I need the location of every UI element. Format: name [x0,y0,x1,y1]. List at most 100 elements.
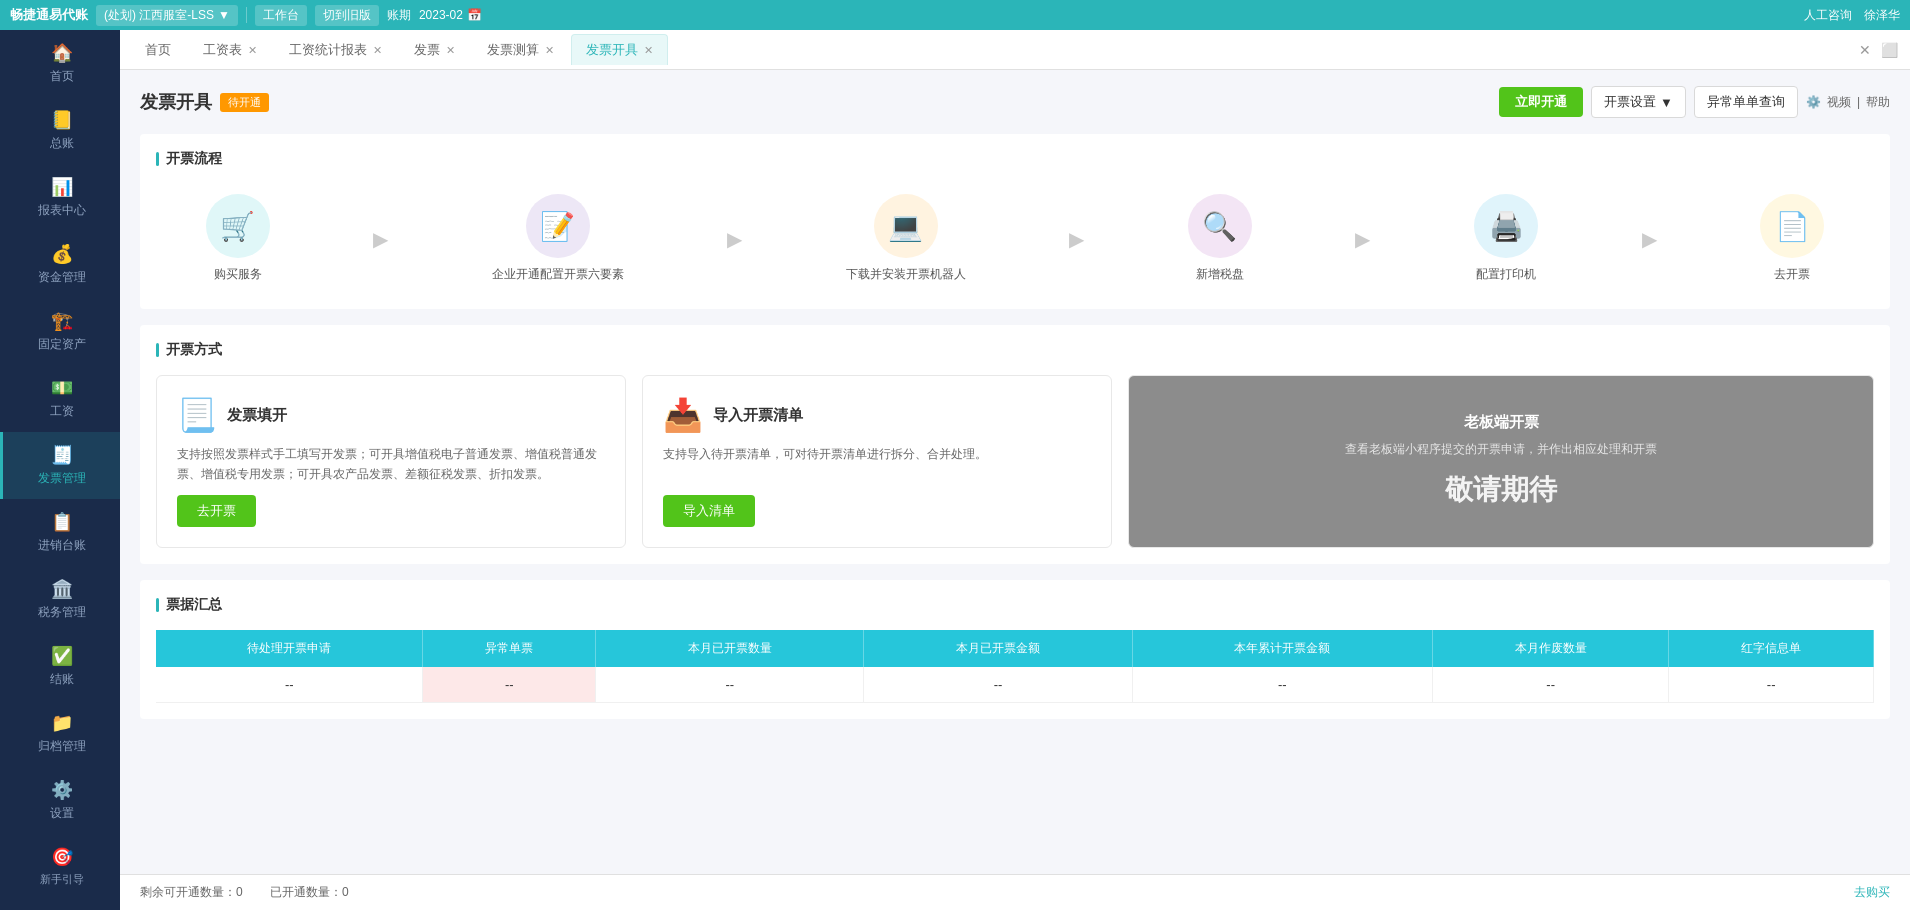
open-now-button[interactable]: 立即开通 [1499,87,1583,117]
sidebar-item-guide[interactable]: 🎯 新手引导 [0,834,120,899]
tab-payroll-stats-close[interactable]: ✕ [373,44,382,57]
billing-process-title: 开票流程 [156,150,1874,168]
settings-dropdown-icon: ▼ [1660,95,1673,110]
step-issue-label: 去开票 [1774,266,1810,283]
step-arrow-3: ▶ [1069,227,1084,251]
tab-home[interactable]: 首页 [130,34,186,65]
sidebar-label-home: 首页 [50,68,74,85]
page-content: 发票开具 待开通 立即开通 开票设置 ▼ 异常单单查询 ⚙️ 视频 | 帮助 [120,70,1910,874]
sidebar-item-invoices[interactable]: 🧾 发票管理 [0,432,120,499]
summary-table: 待处理开票申请 异常单票 本月已开票数量 本月已开票金额 本年累计开票金额 本月… [156,630,1874,703]
col-pending: 待处理开票申请 [156,630,423,667]
fixed-assets-icon: 🏗️ [51,310,73,332]
step-arrow-5: ▶ [1642,227,1657,251]
summary-header-row: 待处理开票申请 异常单票 本月已开票数量 本月已开票金额 本年累计开票金额 本月… [156,630,1874,667]
method-old-title: 老板端开票 [1464,413,1539,432]
tab-bar: 首页 工资表 ✕ 工资统计报表 ✕ 发票 ✕ 发票测算 ✕ 发票开具 ✕ [120,30,1910,70]
summary-title: 票据汇总 [156,596,1874,614]
step-download-icon: 💻 [888,210,923,243]
sidebar-item-settings[interactable]: ⚙️ 设置 [0,767,120,834]
page-header: 发票开具 待开通 立即开通 开票设置 ▼ 异常单单查询 ⚙️ 视频 | 帮助 [140,86,1890,118]
summary-data-row: -- -- -- -- -- -- -- [156,667,1874,703]
funds-icon: 💰 [51,243,73,265]
period-selector[interactable]: 账期 2023-02 📅 [387,7,482,24]
sidebar-item-tax[interactable]: 🏛️ 税务管理 [0,566,120,633]
step-buy-service: 🛒 购买服务 [206,194,270,283]
sidebar-item-ledger[interactable]: 📒 总账 [0,97,120,164]
method-old-desc: 查看老板端小程序提交的开票申请，并作出相应处理和开票 [1345,440,1657,459]
tab-invoice[interactable]: 发票 ✕ [399,34,470,65]
method-import-icon: 📥 [663,396,703,434]
sidebar-item-purchase-sales[interactable]: 📋 进销台账 [0,499,120,566]
settings-gear-icon[interactable]: ⚙️ [1806,95,1821,109]
switch-old-version-button[interactable]: 切到旧版 [315,5,379,26]
tab-invoice-issue[interactable]: 发票开具 ✕ [571,34,668,65]
window-restore-button[interactable]: ⬜ [1879,40,1900,60]
window-controls: ✕ ⬜ [1857,40,1900,60]
method-fill-desc: 支持按照发票样式手工填写开发票；可开具增值税电子普通发票、增值税普通发票、增值税… [177,444,605,485]
sidebar-item-funds[interactable]: 💰 资金管理 [0,231,120,298]
tab-payroll-close[interactable]: ✕ [248,44,257,57]
remaining-label: 剩余可开通数量：0 [140,885,243,899]
method-card-import: 📥 导入开票清单 支持导入待开票清单，可对待开票清单进行拆分、合并处理。 导入清… [642,375,1112,548]
col-month-amount: 本月已开票金额 [864,630,1132,667]
step-issue-icon-wrap: 📄 [1760,194,1824,258]
method-import-title: 导入开票清单 [713,406,803,425]
app-logo: 畅捷通易代账 [10,6,88,24]
calendar-icon[interactable]: 📅 [467,8,482,22]
sidebar-label-funds: 资金管理 [38,269,86,286]
step-issue-icon: 📄 [1775,210,1810,243]
workspace-button[interactable]: 工作台 [255,5,307,26]
status-badge: 待开通 [220,93,269,112]
step-tax-disk-label: 新增税盘 [1196,266,1244,283]
window-close-button[interactable]: ✕ [1857,40,1873,60]
step-buy-label: 购买服务 [214,266,262,283]
help-label: 帮助 [1866,94,1890,111]
top-bar-right: 人工咨询 徐泽华 [1804,7,1900,24]
col-year-amount: 本年累计开票金额 [1132,630,1432,667]
sidebar-label-reports: 报表中心 [38,202,86,219]
tab-invoice-calc[interactable]: 发票测算 ✕ [472,34,569,65]
method-card-fill: 📃 发票填开 支持按照发票样式手工填写开发票；可开具增值税电子普通发票、增值税普… [156,375,626,548]
sidebar-label-fixed-assets: 固定资产 [38,336,86,353]
open-settings-button[interactable]: 开票设置 ▼ [1591,86,1686,118]
divider-bar: | [1857,95,1860,109]
open-settings-label: 开票设置 [1604,93,1656,111]
sidebar-item-archive[interactable]: 📁 归档管理 [0,700,120,767]
company-dropdown-icon[interactable]: ▼ [218,8,230,22]
tab-payroll[interactable]: 工资表 ✕ [188,34,272,65]
sidebar-item-reports[interactable]: 📊 报表中心 [0,164,120,231]
home-icon: 🏠 [51,42,73,64]
cell-pending: -- [156,667,423,703]
sidebar-bottom: 🎯 新手引导 👑 畅会员 📌 取消固定 [0,834,120,910]
buy-link[interactable]: 去购买 [1854,884,1890,901]
sidebar-item-payroll[interactable]: 💵 工资 [0,365,120,432]
cell-year-amount: -- [1132,667,1432,703]
cell-month-count: -- [596,667,864,703]
tab-invoice-close[interactable]: ✕ [446,44,455,57]
method-import-btn[interactable]: 导入清单 [663,495,755,527]
sidebar-item-vip[interactable]: 👑 畅会员 [0,899,120,910]
billing-methods-title: 开票方式 [156,341,1874,359]
method-fill-btn[interactable]: 去开票 [177,495,256,527]
sidebar-label-payroll: 工资 [50,403,74,420]
period-value: 2023-02 [419,8,463,22]
guide-icon: 🎯 [51,846,73,868]
sidebar-item-closing[interactable]: ✅ 结账 [0,633,120,700]
abnormal-query-button[interactable]: 异常单单查询 [1694,86,1798,118]
user-service-button[interactable]: 人工咨询 [1804,7,1852,24]
sidebar-item-home[interactable]: 🏠 首页 [0,30,120,97]
sidebar-item-fixed-assets[interactable]: 🏗️ 固定资产 [0,298,120,365]
method-import-desc: 支持导入待开票清单，可对待开票清单进行拆分、合并处理。 [663,444,1091,464]
company-selector[interactable]: (处划) 江西服室-LSS ▼ [96,5,238,26]
col-abnormal: 异常单票 [423,630,596,667]
divider [246,7,247,23]
coming-soon-label: 敬请期待 [1445,471,1557,509]
payroll-icon: 💵 [51,377,73,399]
tab-invoice-calc-close[interactable]: ✕ [545,44,554,57]
tab-payroll-stats[interactable]: 工资统计报表 ✕ [274,34,397,65]
step-printer-icon: 🖨️ [1489,210,1524,243]
tab-invoice-issue-close[interactable]: ✕ [644,44,653,57]
step-arrow-1: ▶ [373,227,388,251]
footer-info: 剩余可开通数量：0 已开通数量：0 [140,884,349,901]
